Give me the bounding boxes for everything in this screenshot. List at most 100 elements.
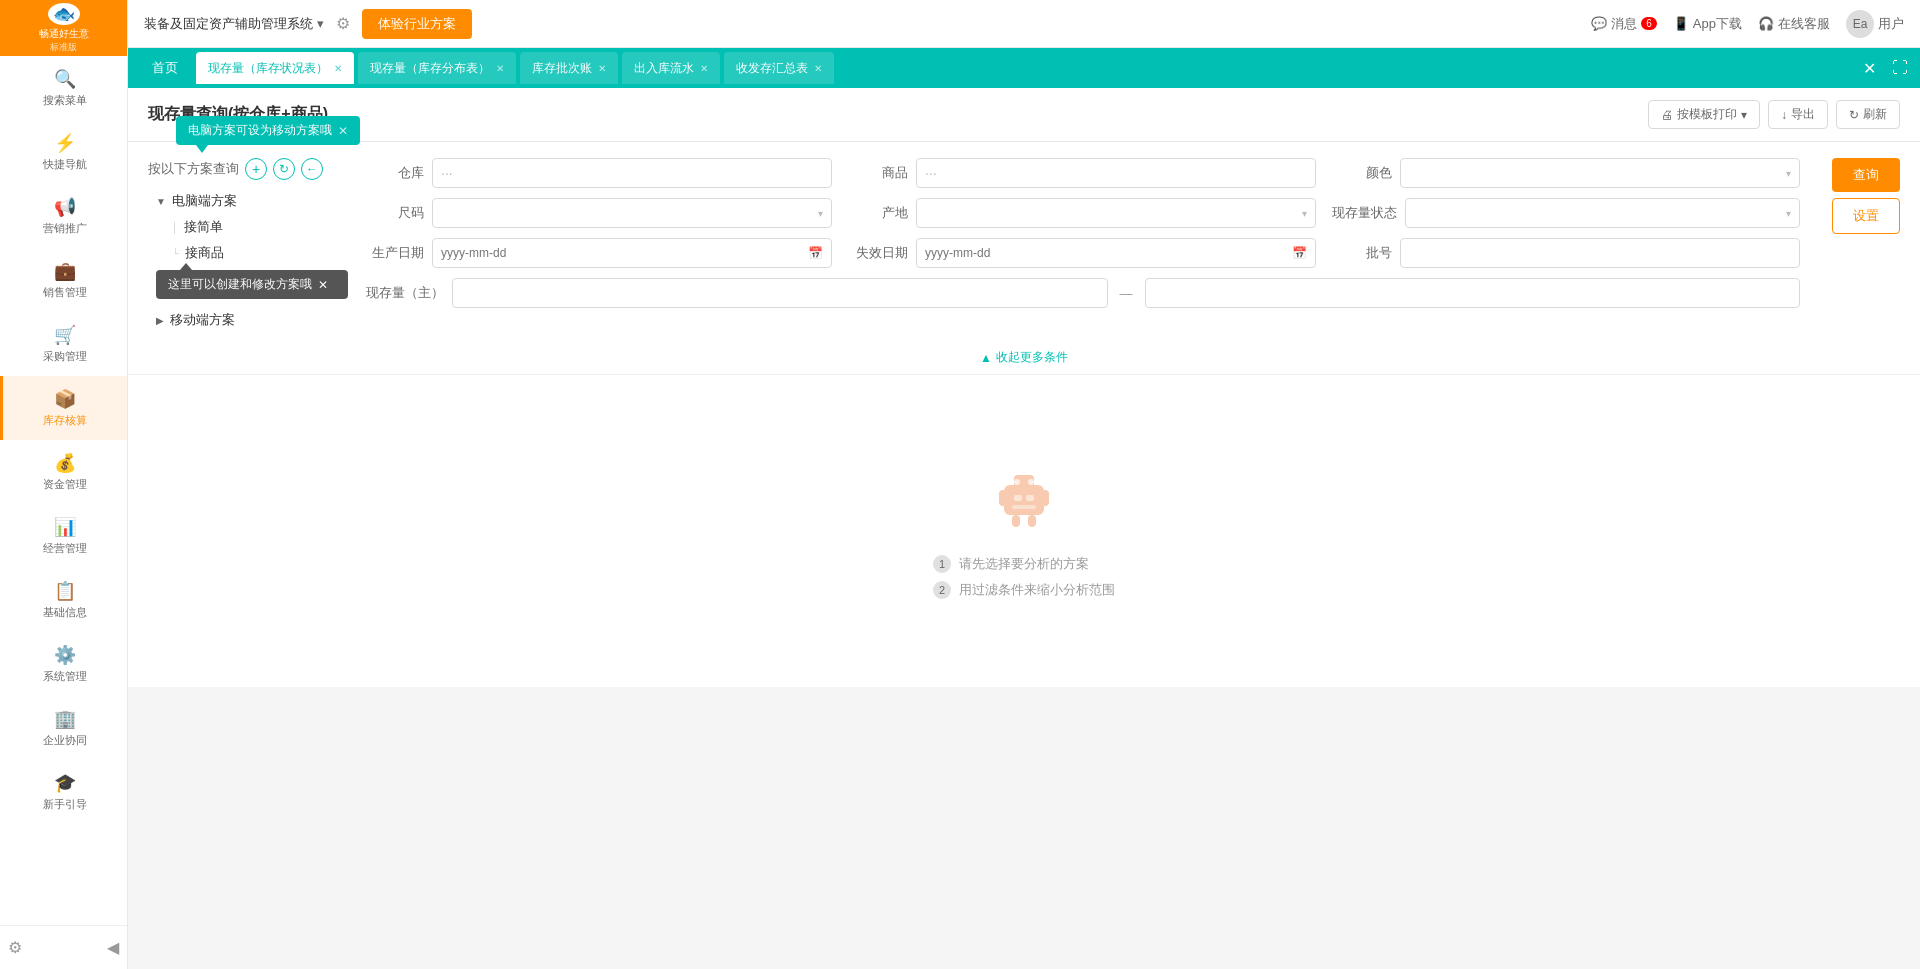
avatar-text: Ea	[1853, 17, 1868, 31]
finance-icon: 💰	[54, 452, 76, 474]
scheme-item-label-1: 接简单	[184, 218, 223, 236]
inventory-status-control[interactable]: ▾	[1405, 198, 1800, 228]
svg-rect-9	[1026, 495, 1034, 501]
filter-color: 颜色 ▾	[1332, 158, 1800, 188]
tab-bar-actions: ✕ ⛶	[1859, 55, 1912, 82]
tab-batch-account[interactable]: 库存批次账 ✕	[520, 52, 618, 84]
tab-close-batch-account[interactable]: ✕	[598, 63, 606, 74]
tooltip-edit-close[interactable]: ✕	[318, 278, 328, 292]
scheme-mobile[interactable]: ▶ 移动端方案	[156, 307, 348, 333]
quick-nav-icon: ⚡	[54, 132, 76, 154]
svg-point-3	[1028, 479, 1034, 485]
sidebar-item-finance[interactable]: 💰 资金管理	[0, 440, 127, 504]
tooltip-scheme-close[interactable]: ✕	[338, 124, 348, 138]
step-num-1: 1	[933, 555, 951, 573]
back-scheme-btn[interactable]: ←	[301, 158, 323, 180]
sidebar-item-quicknav[interactable]: ⚡ 快捷导航	[0, 120, 127, 184]
page-content: 现存量查询(按仓库+商品) 🖨 按模板打印 ▾ ↓ 导出 ↻ 刷新	[128, 88, 1920, 969]
color-control[interactable]: ▾	[1400, 158, 1800, 188]
trial-button[interactable]: 体验行业方案	[362, 9, 472, 39]
produce-date-input[interactable]	[441, 246, 808, 260]
app-download-action[interactable]: 📱 App下载	[1673, 15, 1742, 33]
scheme-item-jishangpin[interactable]: └ 接商品	[172, 240, 348, 266]
inventory-qty-from[interactable]	[452, 278, 1108, 308]
inventory-qty-to[interactable]	[1145, 278, 1801, 308]
tooltip-edit-text: 这里可以创建和修改方案哦	[168, 276, 312, 293]
sidebar-item-sales[interactable]: 💼 销售管理	[0, 248, 127, 312]
footer-collapse-icon[interactable]: ◀	[107, 938, 119, 957]
size-control[interactable]: ▾	[432, 198, 832, 228]
svg-rect-7	[1028, 515, 1036, 527]
logo-icon: 🐟	[48, 3, 80, 25]
sidebar-item-basic[interactable]: 📋 基础信息	[0, 568, 127, 632]
mobile-arrow: ▶	[156, 315, 164, 326]
tab-inventory-dist[interactable]: 现存量（库存分布表） ✕	[358, 52, 516, 84]
sidebar-label-basic: 基础信息	[43, 605, 87, 620]
sidebar-item-enterprise[interactable]: 🏢 企业协同	[0, 696, 127, 760]
sidebar-item-system[interactable]: ⚙️ 系统管理	[0, 632, 127, 696]
collapse-label: 收起更多条件	[996, 349, 1068, 366]
qty-from-input[interactable]	[461, 286, 1099, 300]
tab-close-all-icon[interactable]: ✕	[1859, 55, 1880, 82]
logo-text: 畅通好生意	[39, 27, 89, 41]
scheme-item-jianjian[interactable]: │ 接简单	[172, 214, 348, 240]
sidebar-item-marketing[interactable]: 📢 营销推广	[0, 184, 127, 248]
export-icon: ↓	[1781, 108, 1787, 122]
logo-sub: 标准版	[50, 41, 77, 54]
header-left: 装备及固定资产辅助管理系统 ▾ ⚙ 体验行业方案	[144, 9, 472, 39]
tab-home-label: 首页	[152, 59, 178, 77]
notifications-action[interactable]: 💬 消息 6	[1591, 15, 1657, 33]
purchase-icon: 🛒	[54, 324, 76, 346]
goods-control[interactable]: ···	[916, 158, 1316, 188]
step-num-2: 2	[933, 581, 951, 599]
refresh-scheme-btn[interactable]: ↻	[273, 158, 295, 180]
tab-close-io-flow[interactable]: ✕	[700, 63, 708, 74]
sidebar-label-purchase: 采购管理	[43, 349, 87, 364]
system-selector[interactable]: 装备及固定资产辅助管理系统 ▾	[144, 15, 324, 33]
settings-icon[interactable]: ⚙	[336, 14, 350, 33]
search-button[interactable]: 查询	[1832, 158, 1900, 192]
tab-close-receive-summary[interactable]: ✕	[814, 63, 822, 74]
batch-no-input[interactable]	[1409, 246, 1791, 260]
sidebar-item-newbie[interactable]: 🎓 新手引导	[0, 760, 127, 824]
export-button[interactable]: ↓ 导出	[1768, 100, 1828, 129]
tab-close-inventory-dist[interactable]: ✕	[496, 63, 504, 74]
sidebar-item-purchase[interactable]: 🛒 采购管理	[0, 312, 127, 376]
qty-to-input[interactable]	[1154, 286, 1792, 300]
sidebar-item-search[interactable]: 🔍 搜索菜单	[0, 56, 127, 120]
batch-no-control[interactable]	[1400, 238, 1800, 268]
tab-home[interactable]: 首页	[136, 48, 194, 88]
tab-inventory-status[interactable]: 现存量（库存状况表） ✕	[196, 52, 354, 84]
expire-date-control[interactable]: 📅	[916, 238, 1316, 268]
origin-label: 产地	[848, 204, 908, 222]
notifications-label: 消息	[1611, 15, 1637, 33]
tab-receive-summary[interactable]: 收发存汇总表 ✕	[724, 52, 834, 84]
filter-goods: 商品 ···	[848, 158, 1316, 188]
scheme-desktop[interactable]: ▼ 电脑端方案	[156, 188, 348, 214]
tab-io-flow-label: 出入库流水	[634, 60, 694, 77]
query-label: 按以下方案查询	[148, 160, 239, 178]
origin-control[interactable]: ▾	[916, 198, 1316, 228]
warehouse-label: 仓库	[364, 164, 424, 182]
inventory-qty-label: 现存量（主）	[364, 284, 444, 302]
step2-label: 用过滤条件来缩小分析范围	[959, 581, 1115, 599]
expire-date-input[interactable]	[925, 246, 1292, 260]
sidebar-item-inventory[interactable]: 📦 库存核算	[0, 376, 127, 440]
online-support-action[interactable]: 🎧 在线客服	[1758, 15, 1830, 33]
refresh-button[interactable]: ↻ 刷新	[1836, 100, 1900, 129]
sales-icon: 💼	[54, 260, 76, 282]
reset-button[interactable]: 设置	[1832, 198, 1900, 234]
footer-settings-icon[interactable]: ⚙	[8, 938, 22, 957]
add-scheme-btn[interactable]: +	[245, 158, 267, 180]
sidebar-item-operations[interactable]: 📊 经营管理	[0, 504, 127, 568]
collapse-bar[interactable]: ▲ 收起更多条件	[148, 341, 1900, 374]
tab-expand-icon[interactable]: ⛶	[1888, 55, 1912, 81]
tab-close-inventory-status[interactable]: ✕	[334, 63, 342, 74]
inv-status-dropdown-arrow: ▾	[1786, 208, 1791, 219]
tab-io-flow[interactable]: 出入库流水 ✕	[622, 52, 720, 84]
sidebar-label-finance: 资金管理	[43, 477, 87, 492]
produce-date-control[interactable]: 📅	[432, 238, 832, 268]
warehouse-control[interactable]: ···	[432, 158, 832, 188]
user-action[interactable]: Ea 用户	[1846, 10, 1904, 38]
print-button[interactable]: 🖨 按模板打印 ▾	[1648, 100, 1760, 129]
